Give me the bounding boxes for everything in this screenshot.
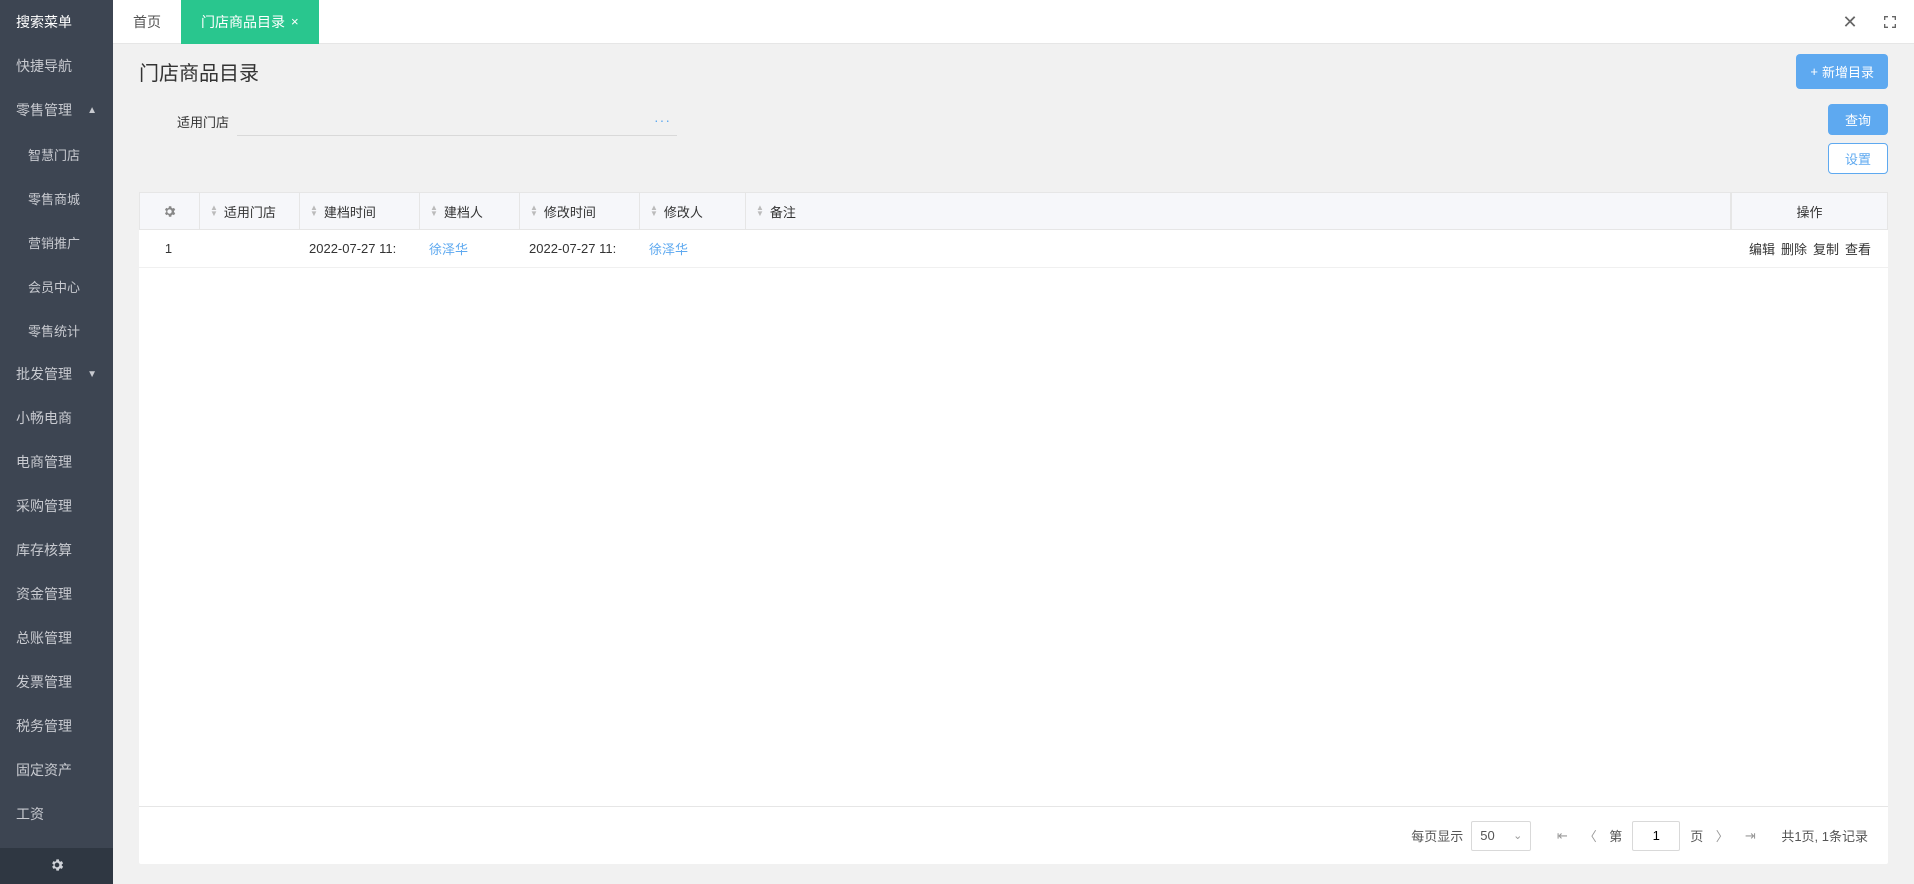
sidebar-search[interactable]: 搜索菜单 (0, 0, 113, 44)
col-store-header[interactable]: ▲▼ 适用门店 (200, 193, 300, 229)
tabbar: 首页 门店商品目录 × ✕ (113, 0, 1914, 44)
tab-store-goods-catalog[interactable]: 门店商品目录 × (181, 0, 319, 44)
pager-prefix: 第 (1609, 826, 1622, 845)
close-all-tabs-button[interactable]: ✕ (1838, 10, 1862, 34)
per-page-control: 每页显示 50 ⌄ (1411, 821, 1531, 851)
sidebar-ecommerce[interactable]: 电商管理 (0, 440, 113, 484)
sidebar-fixed-asset[interactable]: 固定资产 (0, 748, 113, 792)
pager-summary: 共1页, 1条记录 (1781, 826, 1868, 845)
tab-close-icon[interactable]: × (291, 14, 299, 29)
table-footer: 每页显示 50 ⌄ ⇤ 〈 第 页 〉 ⇥ (139, 806, 1888, 864)
filter-store-input[interactable] (237, 104, 677, 136)
sidebar-quick-nav[interactable]: 快捷导航 (0, 44, 113, 88)
action-delete[interactable]: 删除 (1781, 239, 1807, 258)
sidebar-inventory[interactable]: 库存核算 (0, 528, 113, 572)
action-edit[interactable]: 编辑 (1749, 239, 1775, 258)
add-catalog-button[interactable]: + 新增目录 (1796, 54, 1888, 89)
sidebar-sub-retail-mall[interactable]: 零售商城 (0, 176, 113, 220)
sidebar-retail-mgmt[interactable]: 零售管理 ▲ (0, 88, 113, 132)
search-button[interactable]: 查询 (1828, 104, 1888, 135)
row-cuser-cell[interactable]: 徐泽华 (419, 230, 519, 267)
pager-next[interactable]: 〉 (1713, 827, 1731, 845)
gear-icon (49, 857, 65, 876)
main-area: 首页 门店商品目录 × ✕ 门店商品目录 + 新增目录 适用门店 (113, 0, 1914, 884)
setting-button[interactable]: 设置 (1828, 143, 1888, 174)
col-muser-header[interactable]: ▲▼ 修改人 (640, 193, 746, 229)
pager-prev[interactable]: 〈 (1581, 827, 1599, 845)
col-cuser-header[interactable]: ▲▼ 建档人 (420, 193, 520, 229)
row-remark-cell (745, 230, 1732, 267)
sidebar-sub-smart-store[interactable]: 智慧门店 (0, 132, 113, 176)
chevron-up-icon: ▲ (87, 105, 97, 116)
tab-home[interactable]: 首页 (113, 0, 181, 44)
sidebar-gl[interactable]: 总账管理 (0, 616, 113, 660)
pager-first[interactable]: ⇤ (1553, 827, 1571, 845)
filter-store-label: 适用门店 (139, 112, 229, 131)
pager-page-input[interactable] (1632, 821, 1680, 851)
action-copy[interactable]: 复制 (1813, 239, 1839, 258)
row-muser-cell[interactable]: 徐泽华 (639, 230, 745, 267)
row-mtime-cell: 2022-07-27 11: (519, 230, 639, 267)
plus-icon: + (1810, 64, 1818, 79)
action-view[interactable]: 查看 (1845, 239, 1871, 258)
col-action-header: 操作 (1731, 193, 1887, 229)
col-mtime-header[interactable]: ▲▼ 修改时间 (520, 193, 640, 229)
sidebar-fund[interactable]: 资金管理 (0, 572, 113, 616)
pager: ⇤ 〈 第 页 〉 ⇥ (1553, 821, 1759, 851)
sidebar-tax[interactable]: 税务管理 (0, 704, 113, 748)
sort-icon: ▲▼ (650, 205, 658, 217)
sort-icon: ▲▼ (310, 205, 318, 217)
content: 门店商品目录 + 新增目录 适用门店 ··· 查询 设置 (113, 44, 1914, 884)
row-index-cell: 1 (139, 230, 199, 267)
table-header: ▲▼ 适用门店 ▲▼ 建档时间 ▲▼ 建档人 ▲▼ 修改时间 (139, 192, 1888, 230)
table-body: 1 2022-07-27 11: 徐泽华 2022-07-27 11: 徐泽华 … (139, 230, 1888, 268)
row-store-cell (199, 230, 299, 267)
page-title: 门店商品目录 (139, 57, 259, 86)
table-panel: ▲▼ 适用门店 ▲▼ 建档时间 ▲▼ 建档人 ▲▼ 修改时间 (139, 192, 1888, 864)
sort-icon: ▲▼ (530, 205, 538, 217)
sidebar: 搜索菜单 快捷导航 零售管理 ▲ 智慧门店 零售商城 营销推广 会员中心 零售统… (0, 0, 113, 884)
row-action-cell: 编辑 删除 复制 查看 (1732, 230, 1888, 267)
chevron-down-icon: ▼ (87, 369, 97, 380)
sidebar-wholesale[interactable]: 批发管理 ▼ (0, 352, 113, 396)
col-ctime-header[interactable]: ▲▼ 建档时间 (300, 193, 420, 229)
sidebar-sub-member[interactable]: 会员中心 (0, 264, 113, 308)
sidebar-salary[interactable]: 工资 (0, 792, 113, 836)
chevron-down-icon: ⌄ (1513, 829, 1522, 842)
sort-icon: ▲▼ (210, 205, 218, 217)
filter-more-icon[interactable]: ··· (654, 112, 671, 128)
fullscreen-icon[interactable] (1878, 10, 1902, 34)
sidebar-settings[interactable] (0, 848, 113, 884)
gear-icon (162, 204, 177, 219)
sidebar-sub-marketing[interactable]: 营销推广 (0, 220, 113, 264)
col-remark-header[interactable]: ▲▼ 备注 (746, 193, 1731, 229)
sort-icon: ▲▼ (756, 205, 764, 217)
per-page-label: 每页显示 (1411, 826, 1463, 845)
row-ctime-cell: 2022-07-27 11: (299, 230, 419, 267)
sidebar-invoice[interactable]: 发票管理 (0, 660, 113, 704)
table-row[interactable]: 1 2022-07-27 11: 徐泽华 2022-07-27 11: 徐泽华 … (139, 230, 1888, 268)
sidebar-sub-retail-stat[interactable]: 零售统计 (0, 308, 113, 352)
sidebar-xc-ecommerce[interactable]: 小畅电商 (0, 396, 113, 440)
sidebar-procurement[interactable]: 采购管理 (0, 484, 113, 528)
column-settings[interactable] (140, 193, 200, 229)
pager-suffix: 页 (1690, 826, 1703, 845)
sort-icon: ▲▼ (430, 205, 438, 217)
pager-last[interactable]: ⇥ (1741, 827, 1759, 845)
per-page-select[interactable]: 50 ⌄ (1471, 821, 1531, 851)
